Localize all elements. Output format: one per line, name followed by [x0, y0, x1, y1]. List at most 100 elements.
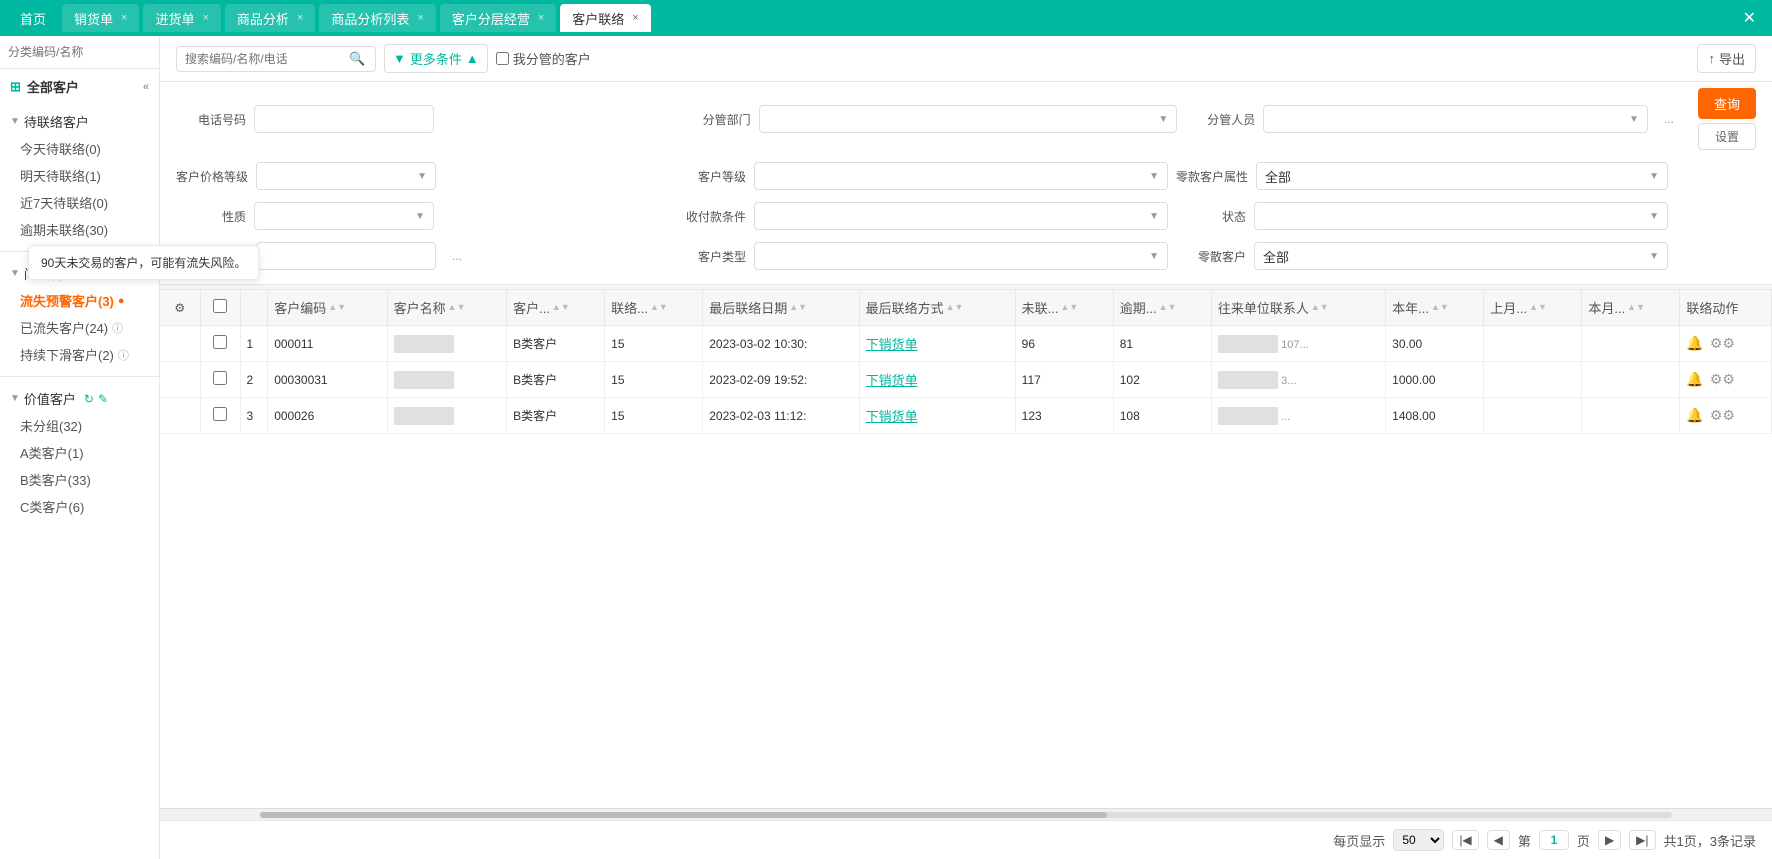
sidebar-all-customers[interactable]: ⊞ 全部客户 «	[0, 69, 159, 104]
row3-action-icon2[interactable]: ⚙⚙	[1710, 407, 1735, 424]
sort-icon-last-month: ▲▼	[1529, 303, 1547, 312]
th-contact-count[interactable]: 联络... ▲▼	[605, 290, 703, 326]
price-level-select[interactable]: ▼	[256, 162, 436, 190]
row1-action-icon2[interactable]: ⚙⚙	[1710, 335, 1735, 352]
th-name[interactable]: 客户名称 ▲▼	[387, 290, 506, 326]
close-tab-analysis-list[interactable]: ×	[417, 12, 423, 24]
filter-field-zero-attr: 零款客户属性 全部▼	[1176, 162, 1668, 190]
sidebar-item-churn-warning[interactable]: 流失预警客户(3) ●	[0, 287, 159, 314]
row3-overdue: 108	[1113, 398, 1211, 434]
close-tab-customer-contact[interactable]: ×	[632, 12, 638, 24]
th-unit-contact[interactable]: 往来单位联系人 ▲▼	[1211, 290, 1385, 326]
th-settings[interactable]: ⚙	[160, 290, 200, 326]
nav-tab-analysis-list[interactable]: 商品分析列表 ×	[319, 4, 435, 32]
window-close-button[interactable]: ✕	[1735, 4, 1764, 32]
customer-type-select[interactable]: ▼	[754, 242, 1168, 270]
row1-action-icon1[interactable]: 🔔	[1686, 335, 1703, 352]
last-page-btn[interactable]: ▶|	[1629, 830, 1655, 850]
filter-search-input[interactable]	[185, 52, 345, 66]
th-this-year[interactable]: 本年... ▲▼	[1386, 290, 1484, 326]
export-button[interactable]: ↑ 导出	[1697, 44, 1756, 73]
row1-check[interactable]	[213, 335, 227, 349]
nav-tab-customer-layer[interactable]: 客户分层经营 ×	[440, 4, 556, 32]
page-input[interactable]	[1539, 830, 1569, 850]
nav-home[interactable]: 首页	[8, 4, 58, 32]
close-tab-sales[interactable]: ×	[121, 12, 127, 24]
close-tab-purchase[interactable]: ×	[202, 12, 208, 24]
th-not-contacted[interactable]: 未联... ▲▼	[1015, 290, 1113, 326]
customer-level-select[interactable]: ▼	[754, 162, 1168, 190]
per-page-select[interactable]: 50 20 100	[1393, 829, 1444, 851]
th-this-month[interactable]: 本月... ▲▼	[1582, 290, 1680, 326]
nav-tab-customer-contact[interactable]: 客户联络 ×	[560, 4, 650, 32]
refresh-icon[interactable]: ↻	[84, 392, 94, 406]
sidebar-item-type-a[interactable]: A类客户(1)	[0, 439, 159, 466]
my-customers-check[interactable]	[496, 52, 509, 65]
th-last-date[interactable]: 最后联络日期 ▲▼	[703, 290, 859, 326]
row3-method-link[interactable]: 下销货单	[866, 409, 918, 424]
nav-tab-sales[interactable]: 销货单 ×	[62, 4, 139, 32]
sidebar-item-today[interactable]: 今天待联络(0)	[0, 135, 159, 162]
sidebar-search-bar: 🔍	[0, 36, 159, 69]
sidebar-item-type-b[interactable]: B类客户(33)	[0, 466, 159, 493]
query-button[interactable]: 查询	[1698, 88, 1756, 119]
select-all-checkbox[interactable]	[213, 299, 227, 313]
edit-icon[interactable]: ✎	[98, 392, 108, 406]
sort-icon-this-month: ▲▼	[1627, 303, 1645, 312]
next-page-btn[interactable]: ▶	[1598, 830, 1621, 850]
filter-row-1: 电话号码 分管部门 ▼ 分管人员 ▼ ... 查询	[176, 82, 1756, 156]
sidebar-item-tomorrow[interactable]: 明天待联络(1)	[0, 162, 159, 189]
nav-tab-analysis[interactable]: 商品分析 ×	[225, 4, 315, 32]
row2-check[interactable]	[213, 371, 227, 385]
row2-not-contacted: 117	[1015, 362, 1113, 398]
row1-method-link[interactable]: 下销货单	[866, 337, 918, 352]
th-type[interactable]: 客户... ▲▼	[507, 290, 605, 326]
row3-action-icon1[interactable]: 🔔	[1686, 407, 1703, 424]
table-header-row: ⚙ 客户编码 ▲▼ 客户名称	[160, 290, 1772, 326]
manager-more-btn[interactable]: ...	[1656, 112, 1682, 126]
horizontal-scrollbar[interactable]	[160, 808, 1772, 820]
th-overdue[interactable]: 逾期... ▲▼	[1113, 290, 1211, 326]
region-select[interactable]	[256, 242, 436, 270]
dept-select[interactable]: ▼	[759, 105, 1178, 133]
sidebar-item-7days[interactable]: 近7天待联络(0)	[0, 189, 159, 216]
sidebar-group-value-title[interactable]: ▼ 价值客户 ↻ ✎	[0, 385, 159, 412]
sidebar-item-type-c[interactable]: C类客户(6)	[0, 493, 159, 520]
sidebar-search-input[interactable]	[8, 45, 160, 59]
sidebar-item-declining[interactable]: 持续下滑客户(2) ⓘ	[0, 341, 159, 368]
sidebar-item-overdue[interactable]: 逾期未联络(30)	[0, 216, 159, 243]
settings-button[interactable]: 设置	[1698, 123, 1756, 150]
top-nav: 首页 销货单 × 进货单 × 商品分析 × 商品分析列表 × 客户分层经营 × …	[0, 0, 1772, 36]
zero-attr-select[interactable]: 全部▼	[1256, 162, 1668, 190]
collapse-sidebar-btn[interactable]: «	[143, 81, 149, 93]
nav-tab-purchase[interactable]: 进货单 ×	[143, 4, 220, 32]
th-last-month[interactable]: 上月... ▲▼	[1484, 290, 1582, 326]
row2-action-icon2[interactable]: ⚙⚙	[1710, 371, 1735, 388]
zero-customer-select[interactable]: 全部▼	[1254, 242, 1668, 270]
close-tab-customer-layer[interactable]: ×	[538, 12, 544, 24]
filter-search-icon[interactable]: 🔍	[349, 51, 365, 67]
manager-select[interactable]: ▼	[1263, 105, 1648, 133]
row2-action-icon1[interactable]: 🔔	[1686, 371, 1703, 388]
th-code[interactable]: 客户编码 ▲▼	[268, 290, 387, 326]
main-layout: 🔍 ⊞ 全部客户 « ▼ 待联络客户 今天待联络(0) 明天待联络(1) 近7天…	[0, 36, 1772, 859]
advanced-filter-panel: 电话号码 分管部门 ▼ 分管人员 ▼ ... 查询	[160, 82, 1772, 285]
sidebar-item-lost[interactable]: 已流失客户(24) ⓘ	[0, 314, 159, 341]
close-tab-analysis[interactable]: ×	[297, 12, 303, 24]
filter-field-zero-customer: 零散客户 全部▼	[1176, 242, 1668, 270]
row3-check[interactable]	[213, 407, 227, 421]
row1-last-month	[1484, 326, 1582, 362]
payment-select[interactable]: ▼	[754, 202, 1168, 230]
gender-select[interactable]: ▼	[254, 202, 434, 230]
prev-page-btn[interactable]: ◀	[1487, 830, 1510, 850]
sidebar-item-ungroup[interactable]: 未分组(32)	[0, 412, 159, 439]
region-more-btn[interactable]: ...	[444, 249, 470, 263]
more-conditions-btn[interactable]: ▼ 更多条件 ▲	[384, 44, 488, 73]
sidebar-group-pending-title[interactable]: ▼ 待联络客户	[0, 108, 159, 135]
phone-input[interactable]	[254, 105, 434, 133]
status-select[interactable]: ▼	[1254, 202, 1668, 230]
first-page-btn[interactable]: |◀	[1452, 830, 1478, 850]
customer-level-label: 客户等级	[676, 168, 746, 185]
row2-method-link[interactable]: 下销货单	[866, 373, 918, 388]
th-last-method[interactable]: 最后联络方式 ▲▼	[859, 290, 1015, 326]
